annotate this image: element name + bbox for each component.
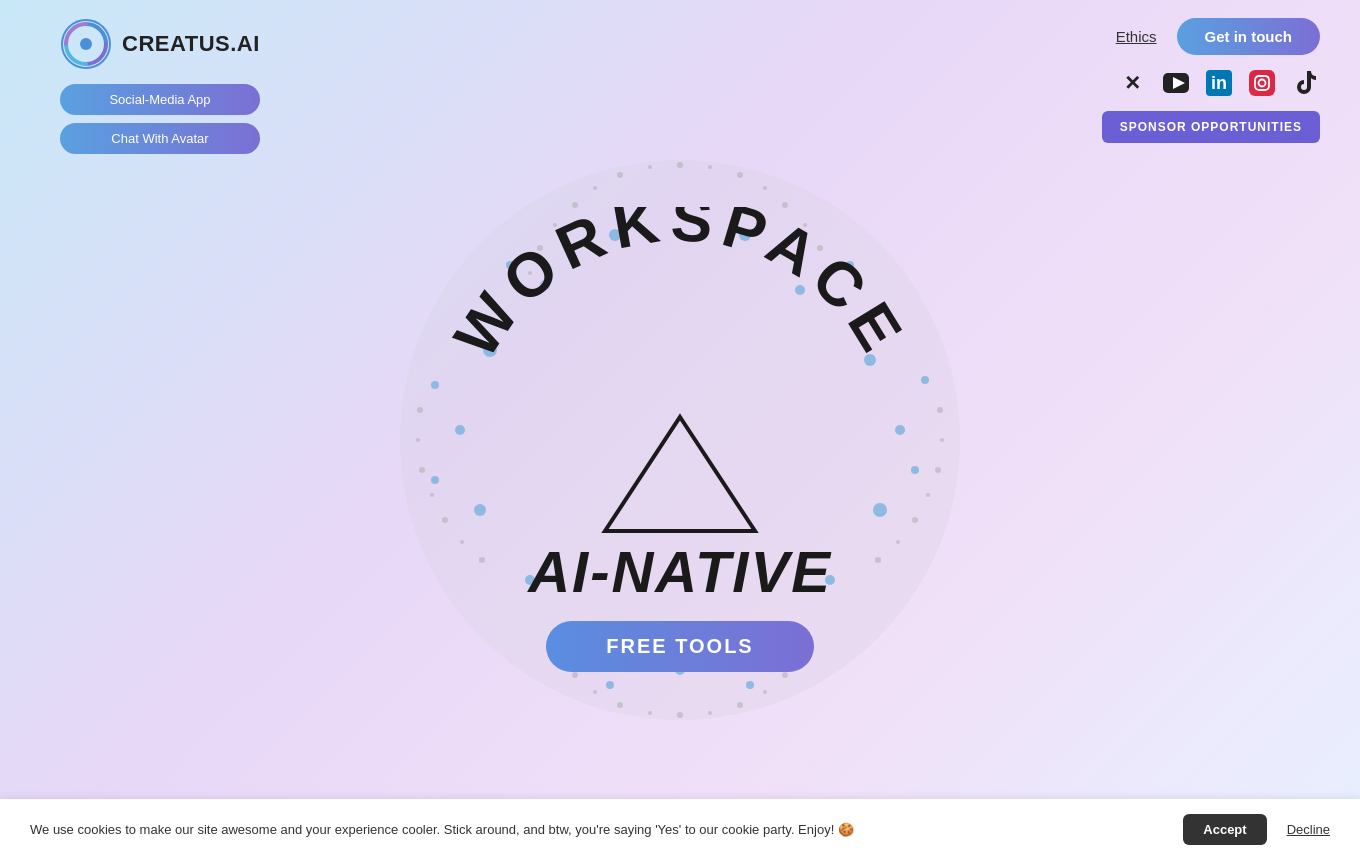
svg-marker-73 [605,417,755,531]
top-right-row: Ethics Get in touch [1116,18,1320,55]
svg-point-43 [763,690,767,694]
hero: WORKSPACE AI-NATIVE FREE TOOLS [0,80,1360,799]
ai-native-text: AI-NATIVE [528,543,832,601]
svg-point-33 [419,467,425,473]
svg-point-10 [708,165,712,169]
svg-point-42 [617,702,623,708]
svg-point-13 [617,172,623,178]
cookie-accept-button[interactable]: Accept [1183,814,1266,845]
svg-point-26 [935,467,941,473]
svg-point-67 [606,681,614,689]
svg-point-39 [708,711,712,715]
svg-point-15 [593,186,597,190]
svg-point-7 [1267,76,1269,78]
ethics-link[interactable]: Ethics [1116,28,1157,45]
tiktok-icon[interactable] [1292,69,1320,97]
social-media-app-button[interactable]: Social-Media App [60,84,260,115]
logo-text: CREATUS.AI [122,31,260,57]
svg-point-31 [417,407,423,413]
right-header: Ethics Get in touch ✕ in SPONSOR OPPORTU… [1102,18,1320,143]
svg-point-25 [940,438,944,442]
cookie-decline-button[interactable]: Decline [1287,822,1330,837]
nav-buttons: Social-Media App Chat With Avatar [60,84,260,154]
svg-point-44 [593,690,597,694]
header: CREATUS.AI Social-Media App Chat With Av… [0,0,1360,90]
logo: CREATUS.AI [60,18,260,70]
workspace-arc-text: WORKSPACE [430,207,930,417]
svg-point-11 [648,165,652,169]
svg-point-66 [746,681,754,689]
svg-point-9 [677,162,683,168]
chat-with-avatar-button[interactable]: Chat With Avatar [60,123,260,154]
center-content: WORKSPACE AI-NATIVE FREE TOOLS [430,207,930,672]
svg-point-41 [737,702,743,708]
svg-point-38 [677,712,683,718]
svg-rect-4 [1249,70,1275,96]
social-icons: ✕ in [1118,69,1320,97]
instagram-icon[interactable] [1248,69,1276,97]
svg-point-1 [80,38,92,50]
svg-point-14 [763,186,767,190]
cookie-banner: We use cookies to make our site awesome … [0,799,1360,859]
svg-point-12 [737,172,743,178]
x-twitter-icon[interactable]: ✕ [1118,69,1146,97]
svg-point-24 [937,407,943,413]
sponsor-opportunities-button[interactable]: SPONSOR OPPORTUNITIES [1102,111,1320,143]
svg-point-46 [572,672,578,678]
svg-point-40 [648,711,652,715]
workspace-circle: WORKSPACE AI-NATIVE FREE TOOLS [370,130,990,750]
svg-point-32 [416,438,420,442]
get-in-touch-button[interactable]: Get in touch [1177,18,1321,55]
svg-text:WORKSPACE: WORKSPACE [441,207,920,369]
logo-icon [60,18,112,70]
youtube-icon[interactable] [1162,69,1190,97]
free-tools-button[interactable]: FREE TOOLS [546,621,813,672]
linkedin-icon[interactable]: in [1206,70,1232,96]
triangle-icon [600,409,760,539]
svg-point-45 [782,672,788,678]
cookie-message: We use cookies to make our site awesome … [30,822,1163,837]
